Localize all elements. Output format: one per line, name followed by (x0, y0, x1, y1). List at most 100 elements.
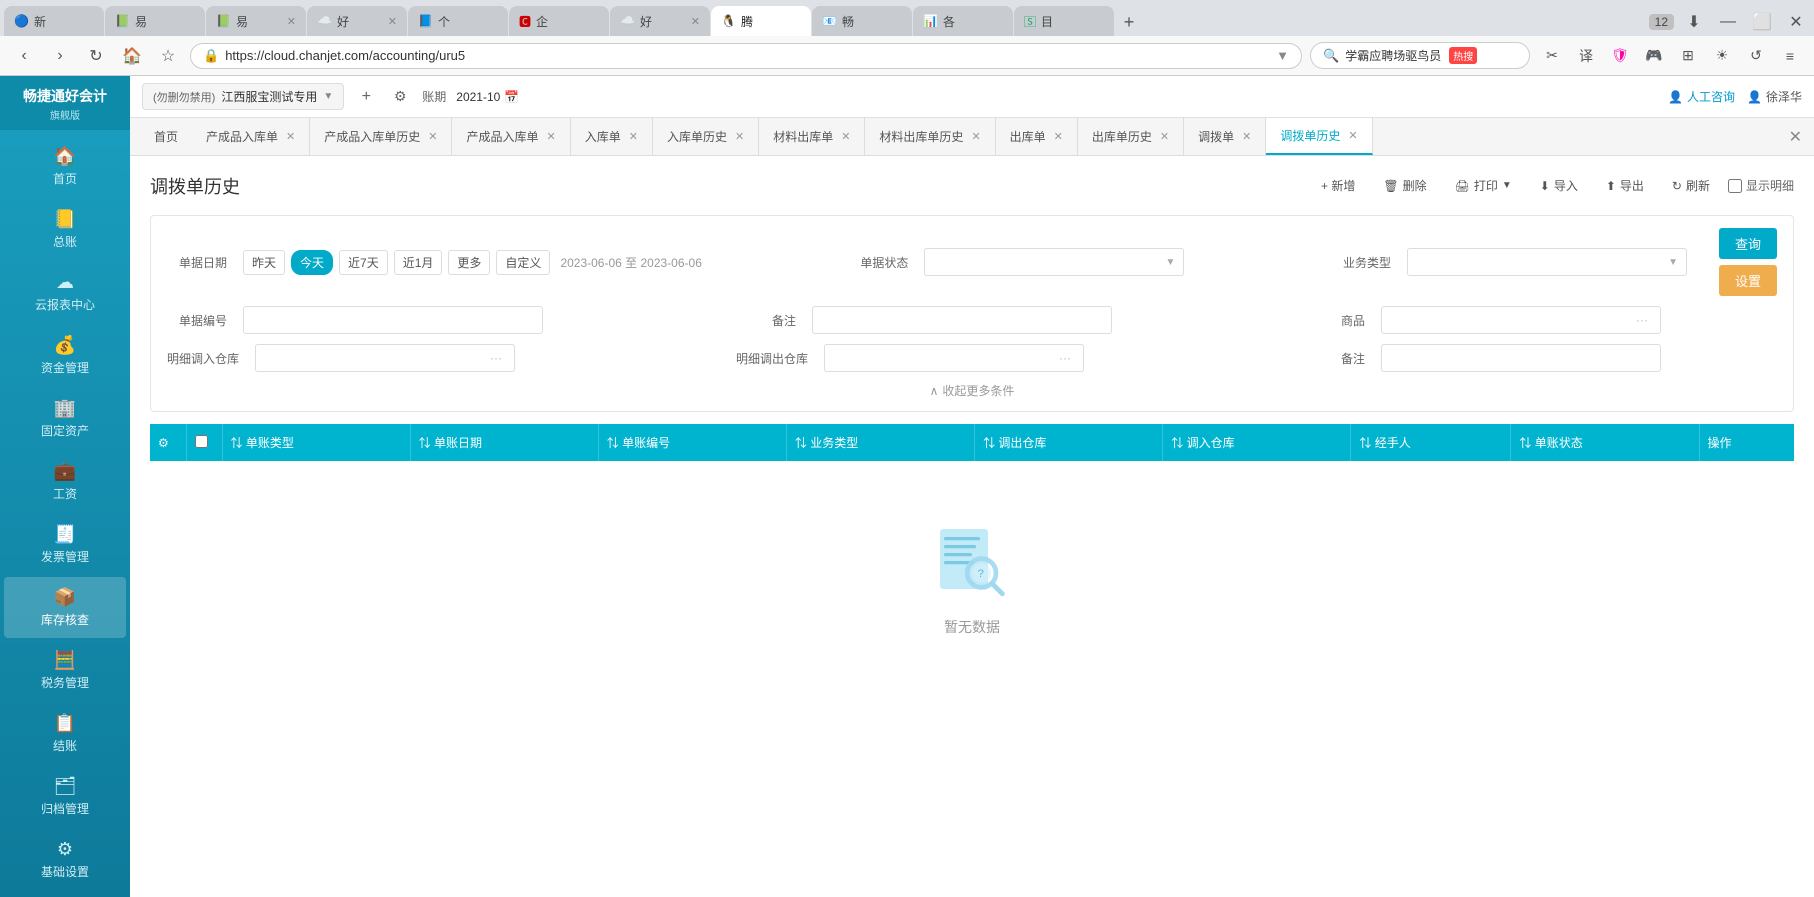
tab-material-out[interactable]: 材料出库单 ✕ (759, 118, 865, 155)
tab-out-hist[interactable]: 出库单历史 ✕ (1078, 118, 1184, 155)
tab-close-material-out-hist[interactable]: ✕ (971, 130, 980, 143)
sidebar-item-assets[interactable]: 🏢 固定资产 (4, 388, 126, 449)
tab-close-transfer[interactable]: ✕ (1242, 130, 1251, 143)
period-selector[interactable]: 2021-10 📅 (456, 90, 519, 104)
tab-close-out-order[interactable]: ✕ (1054, 130, 1063, 143)
browser-tab-6[interactable]: 🅲 企 (509, 6, 609, 36)
tab-close-7[interactable]: ✕ (691, 15, 700, 28)
sidebar-item-archive[interactable]: 🗂 归档管理 (4, 766, 126, 827)
url-dropdown-icon[interactable]: ▼ (1276, 48, 1289, 63)
browser-tab-7[interactable]: ☁️ 好 ✕ (610, 6, 710, 36)
table-header-doctype[interactable]: ⇅ 单账类型 (222, 424, 410, 461)
browser-tab-1[interactable]: 🔵 新 (4, 6, 104, 36)
sidebar-item-home[interactable]: 🏠 首页 (4, 136, 126, 197)
sidebar-item-salary[interactable]: 💼 工资 (4, 451, 126, 512)
brightness-icon[interactable]: ☀ (1708, 42, 1736, 70)
browser-tab-3[interactable]: 📗 易 ✕ (206, 6, 306, 36)
delete-button[interactable]: 🗑 删除 (1373, 172, 1436, 199)
table-header-docstatus[interactable]: ⇅ 单账状态 (1511, 424, 1699, 461)
table-header-inwarehouse[interactable]: ⇅ 调入仓库 (1163, 424, 1351, 461)
table-header-outwarehouse[interactable]: ⇅ 调出仓库 (975, 424, 1163, 461)
browser-tab-2[interactable]: 📗 易 (105, 6, 205, 36)
date-btn-today[interactable]: 今天 (291, 250, 333, 275)
remark2-filter-select[interactable] (1381, 344, 1661, 372)
tab-close-product-in2[interactable]: ✕ (547, 130, 556, 143)
new-button[interactable]: + 新增 (1311, 172, 1365, 199)
sidebar-item-inventory[interactable]: 📦 库存核查 (4, 577, 126, 638)
in-warehouse-filter-select[interactable]: ··· (255, 344, 515, 372)
more-icon[interactable]: ≡ (1776, 42, 1804, 70)
setting-button[interactable]: 设置 (1719, 265, 1777, 296)
in-warehouse-more-icon[interactable]: ··· (486, 351, 506, 365)
date-btn-more[interactable]: 更多 (448, 250, 490, 275)
sidebar-item-basic[interactable]: ⚙ 基础设置 (4, 829, 126, 890)
tab-close-product-in[interactable]: ✕ (286, 130, 295, 143)
forward-button[interactable]: › (46, 42, 74, 70)
sidebar-item-tax[interactable]: 🧮 税务管理 (4, 640, 126, 701)
back-button[interactable]: ‹ (10, 42, 38, 70)
date-btn-7days[interactable]: 近7天 (339, 250, 388, 275)
table-header-docdate[interactable]: ⇅ 单账日期 (410, 424, 598, 461)
table-header-handler[interactable]: ⇅ 经手人 (1351, 424, 1511, 461)
query-button[interactable]: 查询 (1719, 228, 1777, 259)
tab-close-in-order[interactable]: ✕ (629, 130, 638, 143)
bookmark-button[interactable]: ☆ (154, 42, 182, 70)
downloads-icon[interactable]: ⬇ (1680, 8, 1708, 36)
docno-filter-input[interactable] (243, 306, 543, 334)
user-info[interactable]: 👤 徐泽华 (1747, 88, 1802, 105)
tab-in-hist[interactable]: 入库单历史 ✕ (653, 118, 759, 155)
remark-filter-input[interactable] (812, 306, 1112, 334)
grid-icon[interactable]: ⊞ (1674, 42, 1702, 70)
tab-close-out-hist[interactable]: ✕ (1160, 130, 1169, 143)
customer-service-button[interactable]: 👤 人工咨询 (1668, 88, 1735, 105)
out-warehouse-filter-select[interactable]: ··· (824, 344, 1084, 372)
close-sidebar-button[interactable]: ✕ (1777, 127, 1814, 147)
tab-close-product-in-hist[interactable]: ✕ (428, 130, 437, 143)
table-header-check[interactable] (186, 424, 222, 461)
table-header-docno[interactable]: ⇅ 单账编号 (598, 424, 786, 461)
table-header-biztype[interactable]: ⇅ 业务类型 (786, 424, 974, 461)
tab-out-order[interactable]: 出库单 ✕ (996, 118, 1078, 155)
tab-home[interactable]: 首页 (140, 122, 192, 151)
goods-filter-select[interactable]: ··· (1381, 306, 1661, 334)
refresh-button[interactable]: ↻ (82, 42, 110, 70)
biztype-filter-select[interactable]: ▼ (1407, 248, 1687, 276)
home-button[interactable]: 🏠 (118, 42, 146, 70)
browser-tab-5[interactable]: 📘 个 (408, 6, 508, 36)
game-icon[interactable]: 🎮 (1640, 42, 1668, 70)
minimize-icon[interactable]: — (1714, 8, 1742, 36)
tab-transfer[interactable]: 调拨单 ✕ (1184, 118, 1266, 155)
date-btn-custom[interactable]: 自定义 (496, 250, 550, 275)
browser-tab-8[interactable]: 🐧 腾 (711, 6, 811, 36)
sidebar-item-reports[interactable]: ☁ 云报表中心 (4, 262, 126, 323)
date-btn-yesterday[interactable]: 昨天 (243, 250, 285, 275)
status-filter-select[interactable]: ▼ (924, 248, 1184, 276)
url-bar[interactable]: 🔒 https://cloud.chanjet.com/accounting/u… (190, 43, 1302, 69)
export-button[interactable]: ⬆ 导出 (1596, 172, 1654, 199)
translate-icon[interactable]: 译 (1572, 42, 1600, 70)
table-header-gear[interactable]: ⚙ (150, 424, 186, 461)
browser-tab-4[interactable]: ☁️ 好 ✕ (307, 6, 407, 36)
tab-close-material-out[interactable]: ✕ (841, 130, 850, 143)
scissors-icon[interactable]: ✂ (1538, 42, 1566, 70)
tab-product-in2[interactable]: 产成品入库单 ✕ (452, 118, 570, 155)
date-btn-1month[interactable]: 近1月 (394, 250, 443, 275)
out-warehouse-more-icon[interactable]: ··· (1055, 351, 1075, 365)
import-button[interactable]: ⬇ 导入 (1530, 172, 1588, 199)
sidebar-item-ledger[interactable]: 📒 总账 (4, 199, 126, 260)
tab-transfer-hist[interactable]: 调拨单历史 ✕ (1266, 118, 1372, 155)
add-company-button[interactable]: + (354, 85, 378, 109)
sidebar-item-closing[interactable]: 📋 结账 (4, 703, 126, 764)
tab-close-transfer-hist[interactable]: ✕ (1348, 129, 1357, 142)
sidebar-item-guide[interactable]: 📖 新手引导 (4, 892, 126, 897)
shield-icon[interactable]: 🛡 (1606, 42, 1634, 70)
company-selector[interactable]: (勿删勿禁用) 江西服宝测试专用 ▼ (142, 83, 344, 110)
gear-icon[interactable]: ⚙ (158, 436, 169, 450)
show-toggle-checkbox[interactable] (1728, 179, 1742, 193)
search-bar[interactable]: 🔍 学霸应聘场驱鸟员 热搜 (1310, 42, 1530, 69)
print-button[interactable]: 🖨 打印 ▼ (1445, 172, 1522, 199)
select-all-checkbox[interactable] (195, 435, 208, 448)
tab-material-out-hist[interactable]: 材料出库单历史 ✕ (865, 118, 995, 155)
undo-icon[interactable]: ↺ (1742, 42, 1770, 70)
close-window-icon[interactable]: ✕ (1782, 8, 1810, 36)
